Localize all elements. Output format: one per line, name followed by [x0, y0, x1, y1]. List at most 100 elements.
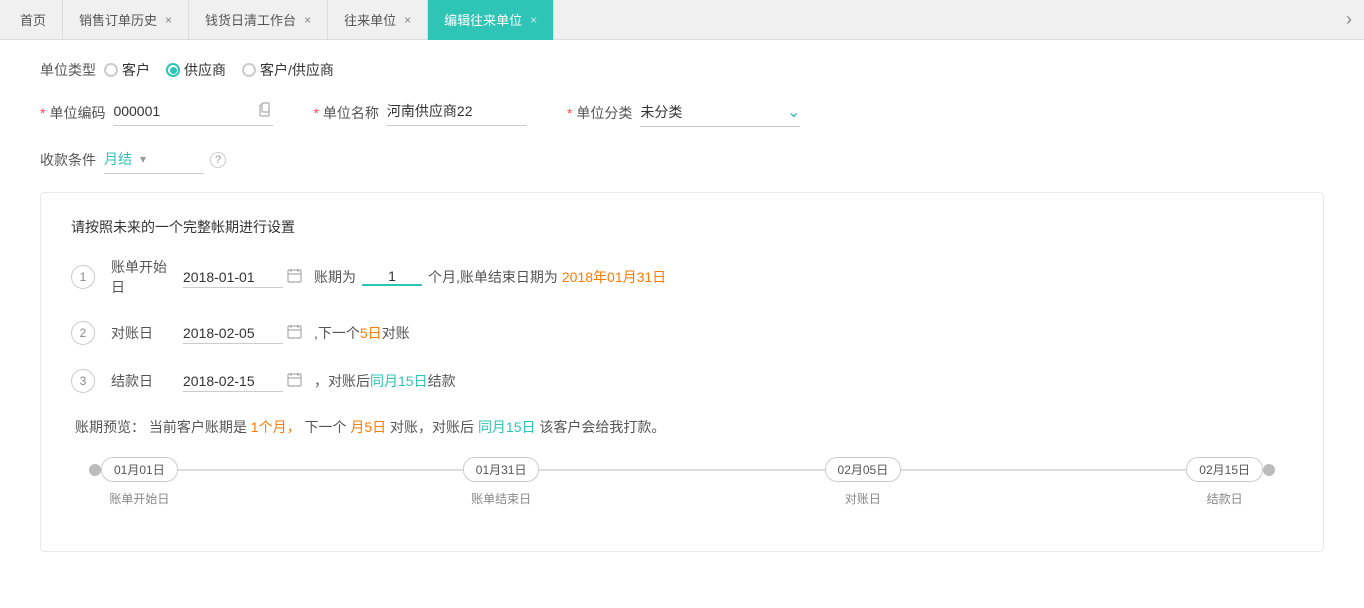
radio-both-label: 客户/供应商 — [260, 60, 334, 80]
start-date-field — [183, 267, 302, 288]
unit-category-value: 未分类 — [640, 102, 787, 122]
payment-condition-field: 收款条件 月结 ▾ ? — [40, 145, 226, 174]
row-number-1: 1 — [71, 265, 95, 289]
timeline-badge-3: 02月05日 — [825, 457, 902, 482]
billing-row-1: 1 账单开始日 账期为 个月,账单结束日期为 2018年01月31日 — [71, 257, 1293, 297]
timeline-badge-2: 01月31日 — [463, 457, 540, 482]
tab-home[interactable]: 首页 — [0, 0, 63, 40]
unit-category-field: * 单位分类 未分类 ⌄ — [567, 98, 800, 127]
timeline-badge-1: 01月01日 — [101, 457, 178, 482]
unit-category-star: * — [567, 105, 572, 121]
period-value-input[interactable] — [362, 268, 422, 286]
billing-row-3: 3 结款日 ，对账后 同月15日 结款 — [71, 369, 1293, 393]
card-title: 请按照未来的一个完整帐期进行设置 — [71, 217, 1293, 237]
settlement-desc-suffix: 结款 — [428, 371, 456, 391]
unit-category-arrow-icon: ⌄ — [787, 102, 800, 122]
radio-supplier[interactable]: 供应商 — [166, 60, 226, 80]
preview-text-2: 下一个 — [304, 419, 346, 435]
row-number-2: 2 — [71, 321, 95, 345]
payment-condition-arrow-icon: ▾ — [140, 152, 146, 166]
close-tab-edit-partner[interactable]: × — [530, 13, 537, 27]
period-prefix: 账期为 — [314, 267, 356, 287]
radio-customer-circle — [104, 63, 118, 77]
settlement-date-field — [183, 371, 302, 392]
unit-category-label: 单位分类 — [576, 103, 632, 123]
tab-partner[interactable]: 往来单位 × — [328, 0, 428, 40]
unit-type-row: 单位类型 客户 供应商 客户/供应商 — [40, 60, 1324, 80]
radio-both-circle — [242, 63, 256, 77]
unit-name-input-wrapper — [387, 99, 527, 126]
row-number-3: 3 — [71, 369, 95, 393]
tab-cash-workbench[interactable]: 钱货日清工作台 × — [189, 0, 328, 40]
preview-text-1: 当前客户账期是 — [149, 419, 247, 435]
reconcile-date-calendar-icon[interactable] — [287, 324, 302, 342]
reconcile-desc-prefix: ,下一个 — [314, 323, 360, 343]
settlement-date-calendar-icon[interactable] — [287, 372, 302, 390]
row-label-3: 结款日 — [111, 371, 171, 391]
start-date-calendar-icon[interactable] — [287, 268, 302, 286]
timeline-label-1: 账单开始日 — [109, 490, 169, 507]
tab-edit-partner[interactable]: 编辑往来单位 × — [428, 0, 554, 40]
period-suffix: 个月,账单结束日期为 — [428, 267, 558, 287]
timeline-node-1: 01月01日 账单开始日 — [101, 457, 178, 507]
billing-row-2: 2 对账日 ,下一个 5日 对账 — [71, 321, 1293, 345]
radio-customer[interactable]: 客户 — [104, 60, 150, 80]
billing-card: 请按照未来的一个完整帐期进行设置 1 账单开始日 账期为 个月,账单结束日期为 — [40, 192, 1324, 552]
preview-text-4: 该客户会给我打款。 — [539, 419, 665, 435]
tab-bar: 首页 销售订单历史 × 钱货日清工作台 × 往来单位 × 编辑往来单位 × › — [0, 0, 1364, 40]
unit-code-label: 单位编码 — [49, 103, 105, 123]
timeline-nodes: 01月01日 账单开始日 01月31日 账单结束日 02月05日 对账日 02月… — [101, 457, 1263, 507]
settlement-date-input[interactable] — [183, 371, 283, 392]
unit-code-input[interactable] — [113, 99, 253, 123]
preview-highlight2: 月5日 — [350, 419, 386, 435]
timeline-node-3: 02月05日 对账日 — [825, 457, 902, 507]
unit-type-label: 单位类型 — [40, 60, 96, 80]
unit-info-row: * 单位编码 * 单位名称 * 单位分类 — [40, 98, 1324, 127]
radio-customer-label: 客户 — [122, 60, 150, 80]
timeline-node-2: 01月31日 账单结束日 — [463, 457, 540, 507]
tab-sales-history[interactable]: 销售订单历史 × — [63, 0, 189, 40]
timeline-end-dot — [1263, 464, 1275, 476]
payment-condition-dropdown[interactable]: 月结 ▾ — [104, 145, 204, 174]
unit-category-dropdown[interactable]: 未分类 ⌄ — [640, 98, 800, 127]
close-tab-partner[interactable]: × — [404, 13, 411, 27]
close-tab-cash-workbench[interactable]: × — [304, 13, 311, 27]
unit-name-input[interactable] — [387, 99, 527, 123]
unit-name-star: * — [313, 105, 318, 121]
tab-more-button[interactable]: › — [1334, 0, 1364, 40]
preview-label: 账期预览： — [75, 419, 145, 435]
preview-highlight3: 同月15日 — [478, 419, 536, 435]
payment-condition-label: 收款条件 — [40, 150, 96, 170]
start-date-input[interactable] — [183, 267, 283, 288]
help-icon[interactable]: ? — [210, 152, 226, 168]
timeline-label-2: 账单结束日 — [471, 490, 531, 507]
reconcile-desc-highlight: 5日 — [360, 323, 382, 343]
main-content: 单位类型 客户 供应商 客户/供应商 * 单位编码 — [0, 40, 1364, 608]
preview-text: 账期预览： 当前客户账期是 1个月， 下一个 月5日 对账，对账后 同月15日 … — [71, 417, 1293, 437]
reconcile-date-field — [183, 323, 302, 344]
settlement-desc-highlight: 同月15日 — [370, 371, 428, 391]
end-date-highlight: 2018年01月31日 — [562, 267, 666, 287]
radio-supplier-circle — [166, 63, 180, 77]
timeline-start-dot — [89, 464, 101, 476]
timeline-label-3: 对账日 — [845, 490, 881, 507]
radio-supplier-label: 供应商 — [184, 60, 226, 80]
unit-name-field: * 单位名称 — [313, 99, 526, 126]
reconcile-date-input[interactable] — [183, 323, 283, 344]
radio-both[interactable]: 客户/供应商 — [242, 60, 334, 80]
timeline-wrapper: 01月01日 账单开始日 01月31日 账单结束日 02月05日 对账日 02月… — [71, 457, 1293, 527]
payment-condition-value: 月结 — [104, 149, 132, 169]
unit-code-field: * 单位编码 — [40, 99, 273, 126]
timeline-badge-4: 02月15日 — [1186, 457, 1263, 482]
close-tab-sales-history[interactable]: × — [165, 13, 172, 27]
payment-row: 收款条件 月结 ▾ ? — [40, 145, 1324, 174]
settlement-desc-prefix: ，对账后 — [314, 371, 370, 391]
unit-code-copy-icon[interactable] — [257, 102, 273, 121]
unit-name-label: 单位名称 — [323, 103, 379, 123]
unit-code-star: * — [40, 105, 45, 121]
row-label-1: 账单开始日 — [111, 257, 171, 297]
timeline-node-4: 02月15日 结款日 — [1186, 457, 1263, 507]
reconcile-desc-suffix: 对账 — [382, 323, 410, 343]
unit-code-input-wrapper — [113, 99, 273, 126]
timeline-label-4: 结款日 — [1207, 490, 1243, 507]
